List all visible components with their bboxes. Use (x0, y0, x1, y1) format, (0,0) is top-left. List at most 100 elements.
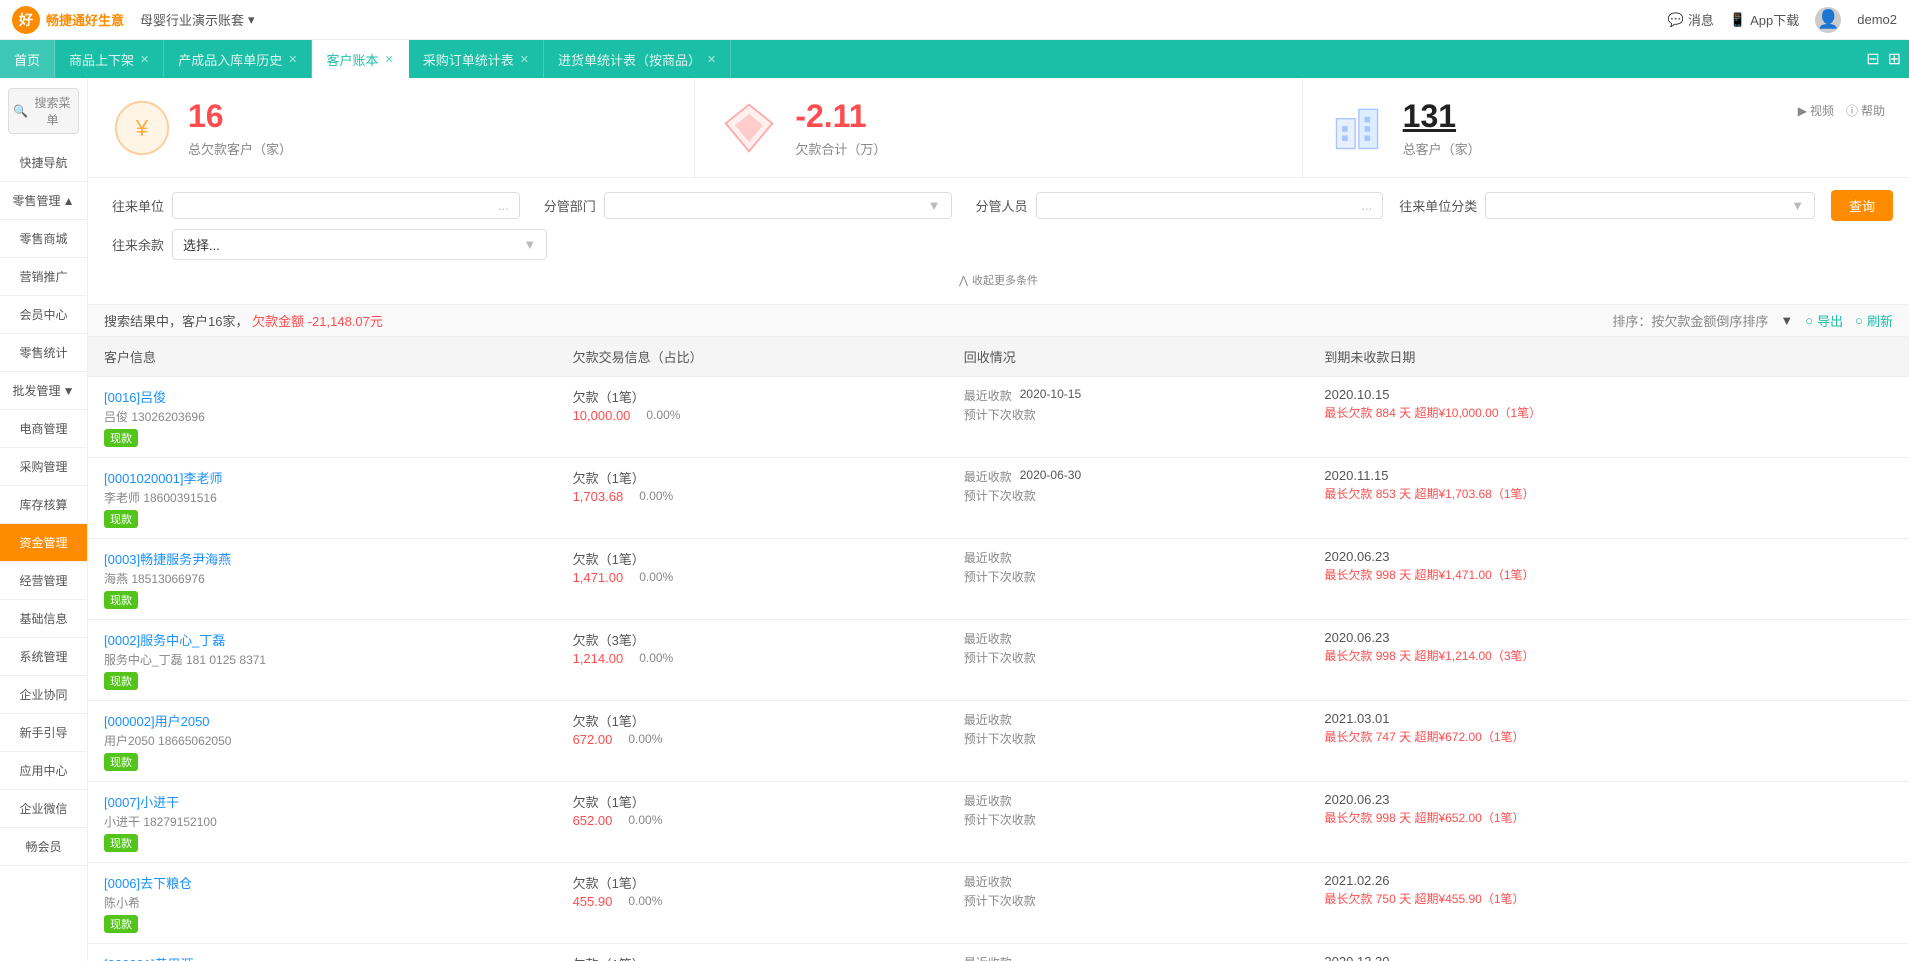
result-owe: 欠款金额 -21,148.07元 (252, 314, 383, 329)
card-owe-customers: ¥ 16 总欠款客户（家） (88, 78, 695, 177)
collect-label: 最近收款 (964, 549, 1012, 566)
tab-product-shelf[interactable]: 商品上下架 ✕ (55, 40, 164, 78)
filter-dept: 分管部门 ▼ (536, 192, 952, 219)
customer-name[interactable]: [0007]小进干 (104, 792, 541, 811)
customer-name[interactable]: [000002]用户2050 (104, 711, 541, 730)
sidebar-item-quick-nav-label: 快捷导航 (19, 154, 67, 171)
sidebar-item-enterprise-collab-label: 企业协同 (19, 686, 67, 703)
overdue-link[interactable]: 超期¥1,214.00（3笔） (1414, 649, 1534, 663)
overdue-link[interactable]: 超期¥455.90（1笔） (1414, 892, 1524, 906)
overdue-link[interactable]: 超期¥1,703.68（1笔） (1414, 487, 1534, 501)
video-btn[interactable]: ▶ 视频 (1798, 102, 1834, 119)
export-btn[interactable]: ○ 导出 (1805, 311, 1843, 330)
collect-next: 预计下次收款 (964, 406, 1293, 423)
customer-name[interactable]: [0016]吕俊 (104, 387, 541, 406)
sidebar-item-inventory-label: 库存核算 (19, 496, 67, 513)
sidebar-item-new-guide[interactable]: 新手引导 (0, 714, 87, 752)
sidebar-item-retail-mall[interactable]: 零售商城 (0, 220, 87, 258)
customer-tag: 现款 (104, 753, 138, 771)
owe-count: 欠款（1笔） (573, 954, 932, 961)
top-bar-right: 💬 消息 📱 App下载 👤 demo2 (1668, 7, 1897, 33)
sidebar-item-member-center[interactable]: 会员中心 (0, 296, 87, 334)
tab-expand-icon[interactable]: ⊞ (1888, 49, 1901, 69)
sidebar-item-retail-stats[interactable]: 零售统计 (0, 334, 87, 372)
unit-category-select[interactable]: ▼ (1485, 192, 1815, 219)
sidebar-item-enterprise-collab[interactable]: 企业协同 (0, 676, 87, 714)
tab-purchase-stat-close[interactable]: ✕ (707, 53, 716, 66)
customer-contact: 海燕 18513066976 (104, 570, 541, 587)
collection-cell: 最近收款 预计下次收款 (948, 701, 1309, 782)
overdue-link[interactable]: 超期¥672.00（1笔） (1414, 730, 1524, 744)
customer-name[interactable]: [0003]畅捷服务尹海燕 (104, 549, 541, 568)
owe-count: 欠款（1笔） (573, 873, 932, 892)
refresh-btn[interactable]: ○ 刷新 (1855, 311, 1893, 330)
table-row: [0016]吕俊 吕俊 13026203696 现款 欠款（1笔） 10,000… (88, 377, 1909, 458)
filter-row-2: 往来余款 选择... ▼ (104, 229, 1893, 260)
tab-product-history[interactable]: 产成品入库单历史 ✕ (164, 40, 312, 78)
tab-purchase-order-close[interactable]: ✕ (520, 53, 529, 66)
owe-info-cell: 欠款（1笔） 1,703.68 0.00% (557, 458, 948, 539)
collect-next: 预计下次收款 (964, 811, 1293, 828)
overdue-link[interactable]: 超期¥10,000.00（1笔） (1414, 406, 1541, 420)
sidebar-item-retail-mgmt[interactable]: 零售管理 ▲ (0, 182, 87, 220)
content-area: ¥ 16 总欠款客户（家） -2.11 欠款合计（万 (88, 78, 1909, 961)
tab-customer-account[interactable]: 客户账本 ✕ (312, 40, 408, 78)
tab-customer-account-close[interactable]: ✕ (385, 53, 394, 66)
from-balance-label: 往来余款 (104, 235, 164, 254)
app-download-btn[interactable]: 📱 App下载 (1730, 10, 1799, 29)
owe-amount: 1,703.68 (573, 489, 624, 504)
overdue-link[interactable]: 超期¥1,471.00（1笔） (1414, 568, 1534, 582)
sidebar-item-marketing[interactable]: 营销推广 (0, 258, 87, 296)
collection-cell: 最近收款 2020-06-30 预计下次收款 (948, 458, 1309, 539)
sidebar-item-system-mgmt[interactable]: 系统管理 (0, 638, 87, 676)
from-unit-input[interactable]: ... (172, 192, 520, 219)
collect-label: 最近收款 (964, 387, 1012, 404)
sidebar-item-enterprise-wechat[interactable]: 企业微信 (0, 790, 87, 828)
collapse-btn[interactable]: ⋀ 收起更多条件 (955, 268, 1042, 292)
table-row: [0001020001]李老师 李老师 18600391516 现款 欠款（1笔… (88, 458, 1909, 539)
main-layout: 🔍 搜索菜单 快捷导航 零售管理 ▲ 零售商城 营销推广 会员中心 零售统计 批… (0, 78, 1909, 961)
sidebar-item-quick-nav[interactable]: 快捷导航 (0, 144, 87, 182)
person-input[interactable]: ... (1036, 192, 1384, 219)
customer-info-cell: [0001020001]李老师 李老师 18600391516 现款 (88, 458, 557, 539)
customer-contact: 用户2050 18665062050 (104, 732, 541, 749)
tab-product-shelf-close[interactable]: ✕ (140, 53, 149, 66)
sidebar-item-finance[interactable]: 资金管理 (0, 524, 87, 562)
search-button[interactable]: 查询 (1831, 190, 1893, 221)
video-label: 视频 (1810, 102, 1834, 119)
sidebar-item-basic-info[interactable]: 基础信息 (0, 600, 87, 638)
tab-home[interactable]: 首页 (0, 40, 55, 78)
sidebar-search-btn[interactable]: 🔍 搜索菜单 (8, 88, 79, 134)
customer-name[interactable]: [000001]黄思源 (104, 954, 541, 961)
col-owe-info: 欠款交易信息（占比） (557, 337, 948, 377)
avatar[interactable]: 👤 (1815, 7, 1841, 33)
sidebar-item-biz-mgmt-label: 经营管理 (19, 572, 67, 589)
tab-product-history-close[interactable]: ✕ (288, 53, 297, 66)
tab-minimize-icon[interactable]: ⊟ (1866, 49, 1879, 69)
tab-home-label: 首页 (14, 50, 40, 69)
customer-name[interactable]: [0001020001]李老师 (104, 468, 541, 487)
customer-info-cell: [000002]用户2050 用户2050 18665062050 现款 (88, 701, 557, 782)
sidebar-item-ecommerce[interactable]: 电商管理 (0, 410, 87, 448)
customer-name[interactable]: [0006]去下粮仓 (104, 873, 541, 892)
overdue-link[interactable]: 超期¥652.00（1笔） (1414, 811, 1524, 825)
sidebar-item-purchase-mgmt[interactable]: 采购管理 (0, 448, 87, 486)
sidebar-item-inventory[interactable]: 库存核算 (0, 486, 87, 524)
due-date: 2021.02.26 (1324, 873, 1893, 888)
sidebar-item-member-plus[interactable]: 畅会员 (0, 828, 87, 866)
tab-purchase-order[interactable]: 采购订单统计表 ✕ (409, 40, 544, 78)
tab-purchase-stat[interactable]: 进货单统计表（按商品） ✕ (544, 40, 731, 78)
message-btn[interactable]: 💬 消息 (1668, 10, 1714, 29)
owe-count: 欠款（1笔） (573, 387, 932, 406)
help-btn[interactable]: ⓘ 帮助 (1846, 102, 1885, 119)
search-icon: 🔍 (13, 104, 28, 118)
store-selector[interactable]: 母婴行业演示账套 ▾ (140, 10, 255, 29)
sidebar-item-app-center-label: 应用中心 (19, 762, 67, 779)
dept-select[interactable]: ▼ (604, 192, 952, 219)
sidebar-item-app-center[interactable]: 应用中心 (0, 752, 87, 790)
unit-category-arrow-icon: ▼ (1791, 198, 1804, 213)
sidebar-item-batch-mgmt[interactable]: 批发管理 ▼ (0, 372, 87, 410)
sidebar-item-biz-mgmt[interactable]: 经营管理 (0, 562, 87, 600)
from-balance-select[interactable]: 选择... ▼ (172, 229, 547, 260)
customer-name[interactable]: [0002]服务中心_丁磊 (104, 630, 541, 649)
